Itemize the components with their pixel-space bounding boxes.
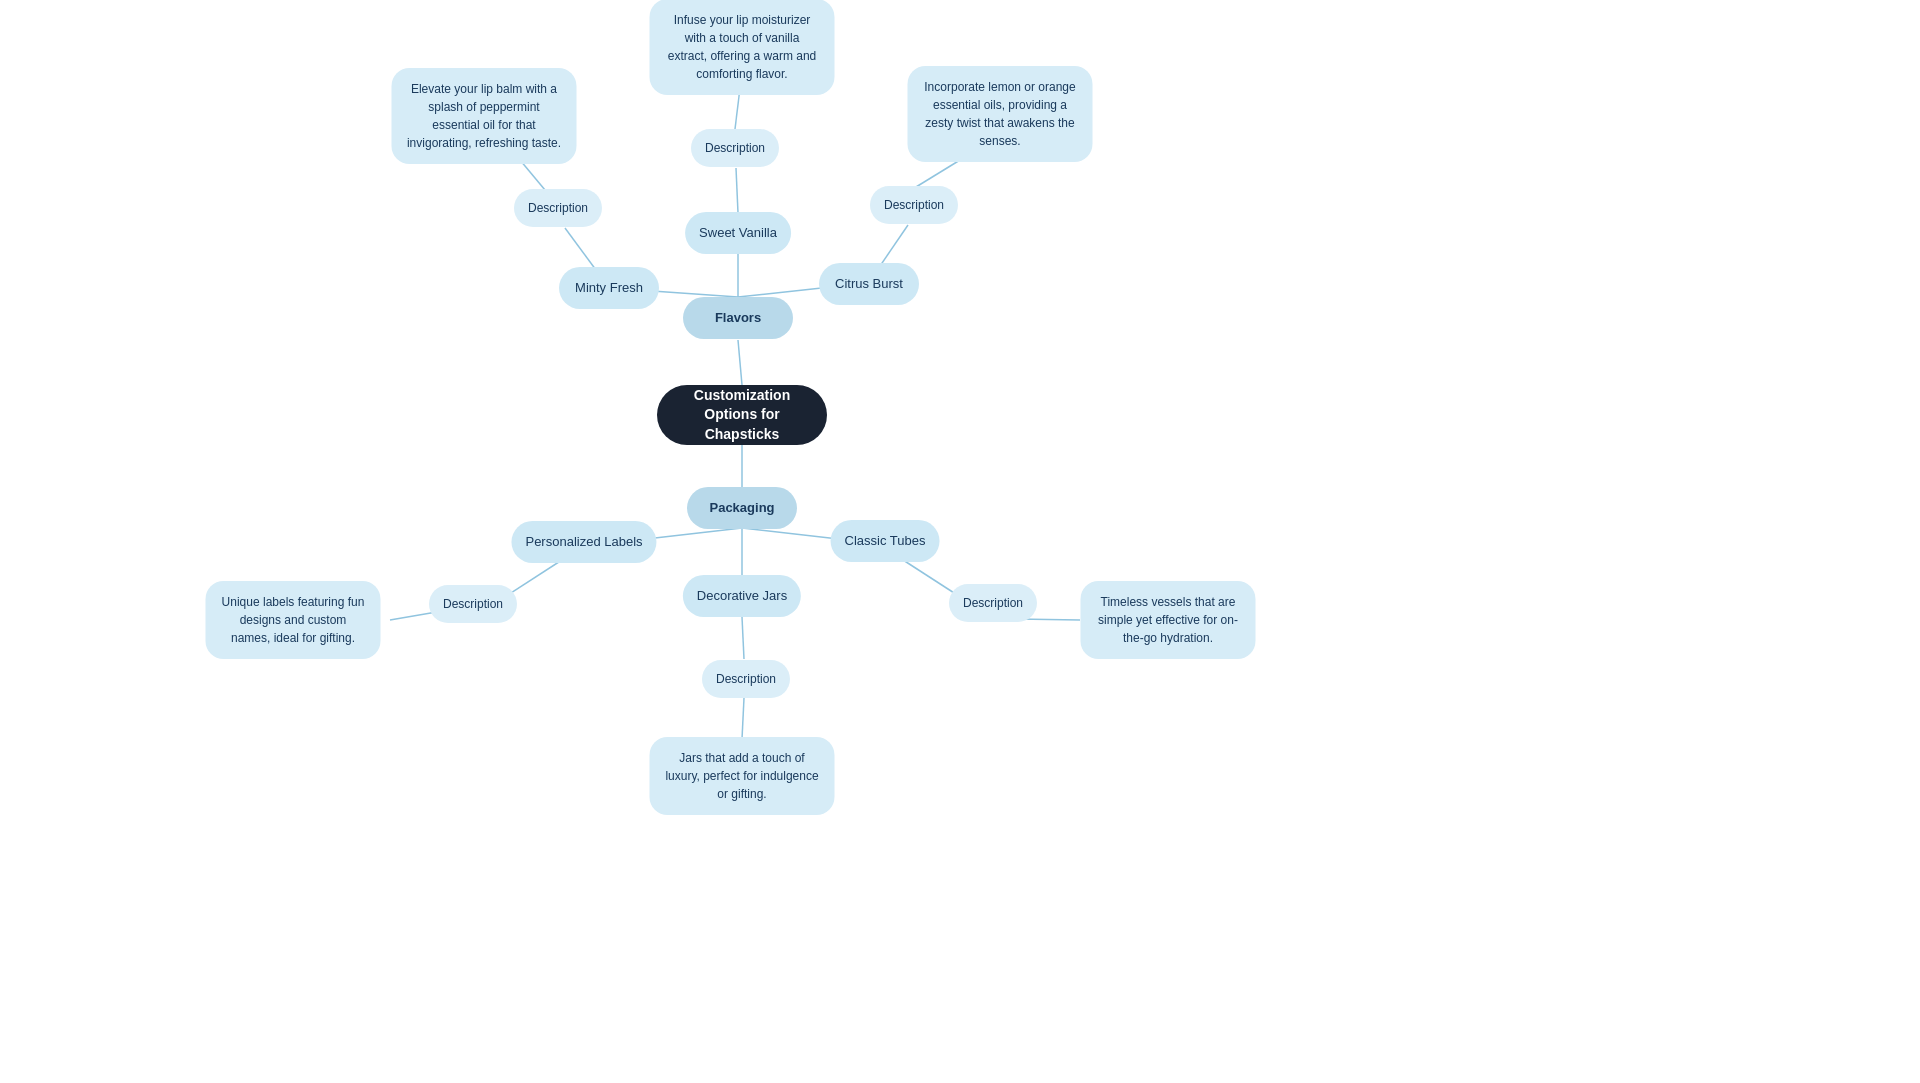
svg-line-7	[736, 168, 738, 213]
center-node: Customization Options for Chapsticks	[657, 385, 827, 445]
connections-svg	[0, 0, 1920, 1083]
svg-line-5	[565, 228, 596, 270]
personalized-labels-node: Personalized Labels	[511, 521, 656, 563]
svg-line-17	[742, 698, 744, 739]
desc-classic-tubes-node: Description	[949, 584, 1037, 622]
minty-fresh-node: Minty Fresh	[559, 267, 659, 309]
desc-vanilla-node: Description	[691, 129, 779, 167]
packaging-node: Packaging	[687, 487, 797, 529]
tooltip-jars-node: Jars that add a touch of luxury, perfect…	[650, 737, 835, 815]
desc-minty-node: Description	[514, 189, 602, 227]
tooltip-citrus-node: Incorporate lemon or orange essential oi…	[908, 66, 1093, 162]
classic-tubes-node: Classic Tubes	[831, 520, 940, 562]
svg-line-9	[880, 225, 908, 266]
sweet-vanilla-node: Sweet Vanilla	[685, 212, 791, 254]
decorative-jars-node: Decorative Jars	[683, 575, 801, 617]
citrus-burst-node: Citrus Burst	[819, 263, 919, 305]
svg-line-0	[738, 340, 742, 385]
tooltip-classic-tubes-node: Timeless vessels that are simple yet eff…	[1081, 581, 1256, 659]
desc-citrus-node: Description	[870, 186, 958, 224]
desc-jars-node: Description	[702, 660, 790, 698]
svg-line-16	[742, 617, 744, 659]
tooltip-personalized-node: Unique labels featuring fun designs and …	[206, 581, 381, 659]
flavors-node: Flavors	[683, 297, 793, 339]
tooltip-vanilla-node: Infuse your lip moisturizer with a touch…	[650, 0, 835, 95]
desc-personalized-node: Description	[429, 585, 517, 623]
mindmap-container: Customization Options for Chapsticks Fla…	[0, 0, 1920, 1083]
tooltip-minty-node: Elevate your lip balm with a splash of p…	[392, 68, 577, 164]
